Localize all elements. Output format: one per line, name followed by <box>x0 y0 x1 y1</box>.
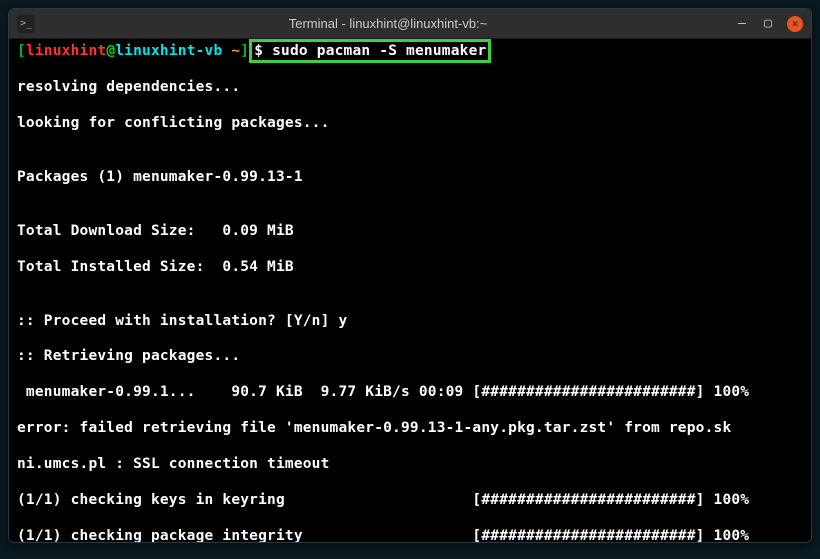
output-line: :: Proceed with installation? [Y/n] y <box>17 313 803 331</box>
prompt-user: linuxhint <box>26 43 106 59</box>
prompt-bracket-close: ] <box>240 43 249 59</box>
output-line: (1/1) checking keys in keyring [########… <box>17 492 803 510</box>
prompt-host: linuxhint-vb <box>115 43 222 59</box>
output-line: resolving dependencies... <box>17 79 803 97</box>
minimize-button[interactable]: — <box>735 17 749 31</box>
output-line: Packages (1) menumaker-0.99.13-1 <box>17 169 803 187</box>
output-line: (1/1) checking package integrity [######… <box>17 528 803 543</box>
window-controls: — ▢ ✕ <box>735 16 803 32</box>
maximize-button[interactable]: ▢ <box>761 17 775 31</box>
output-line: :: Retrieving packages... <box>17 348 803 366</box>
command-highlight: $ sudo pacman -S menumaker <box>249 39 491 63</box>
terminal-output[interactable]: [linuxhint@linuxhint-vb ~]$ sudo pacman … <box>9 39 811 542</box>
close-button[interactable]: ✕ <box>787 16 803 32</box>
prompt-path: ~ <box>222 43 240 59</box>
output-line: error: failed retrieving file 'menumaker… <box>17 420 803 438</box>
output-line: Total Download Size: 0.09 MiB <box>17 223 803 241</box>
command-text: sudo pacman -S menumaker <box>272 43 486 59</box>
output-line: Total Installed Size: 0.54 MiB <box>17 259 803 277</box>
output-line: menumaker-0.99.1... 90.7 KiB 9.77 KiB/s … <box>17 384 803 402</box>
prompt-bracket-open: [ <box>17 43 26 59</box>
window-title: Terminal - linuxhint@linuxhint-vb:~ <box>41 16 735 31</box>
output-line: looking for conflicting packages... <box>17 115 803 133</box>
prompt-dollar: $ <box>254 43 272 59</box>
terminal-icon: >_ <box>17 15 35 33</box>
titlebar: >_ Terminal - linuxhint@linuxhint-vb:~ —… <box>9 9 811 39</box>
terminal-window: >_ Terminal - linuxhint@linuxhint-vb:~ —… <box>8 8 812 543</box>
prompt-at: @ <box>106 43 115 59</box>
output-line: ni.umcs.pl : SSL connection timeout <box>17 456 803 474</box>
